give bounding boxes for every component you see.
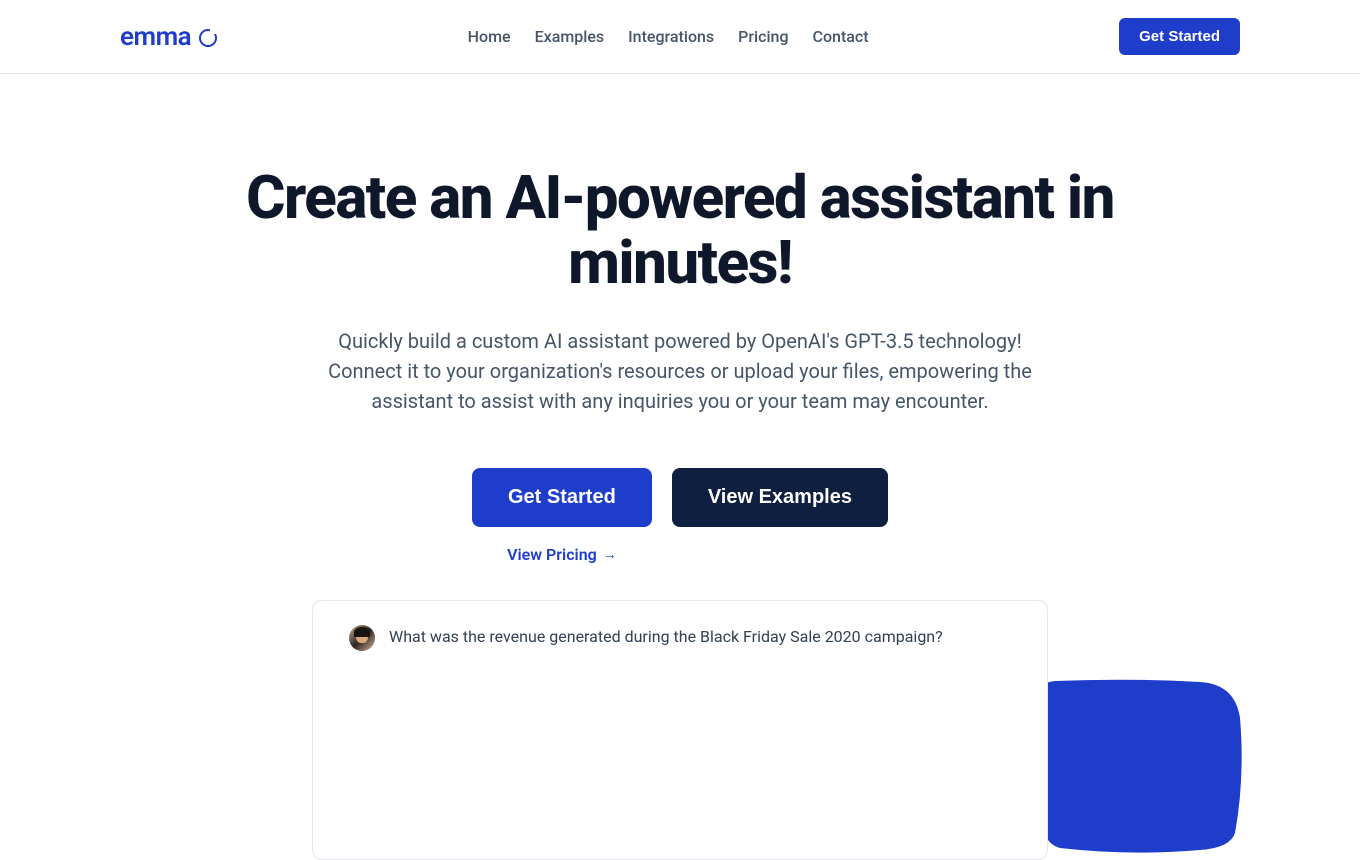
nav-pricing[interactable]: Pricing [738, 27, 788, 46]
header-get-started-button[interactable]: Get Started [1119, 18, 1240, 55]
main-nav: Home Examples Integrations Pricing Conta… [468, 27, 869, 46]
nav-integrations[interactable]: Integrations [628, 27, 714, 46]
site-header: emma Home Examples Integrations Pricing … [0, 0, 1360, 74]
logo[interactable]: emma [120, 22, 217, 52]
view-examples-button[interactable]: View Examples [672, 468, 888, 527]
get-started-button[interactable]: Get Started [472, 468, 652, 527]
hero-section: Create an AI-powered assistant in minute… [230, 74, 1130, 860]
user-avatar [349, 625, 375, 651]
view-pricing-link[interactable]: View Pricing → [507, 545, 617, 564]
cta-secondary-group: View Examples [672, 468, 888, 564]
nav-home[interactable]: Home [468, 27, 511, 46]
arrow-right-icon: → [603, 546, 617, 563]
chat-preview-card: What was the revenue generated during th… [312, 600, 1048, 860]
logo-circle-icon [199, 29, 217, 47]
chat-message-text: What was the revenue generated during th… [389, 625, 943, 649]
chat-message: What was the revenue generated during th… [349, 625, 1011, 651]
cta-primary-group: Get Started View Pricing → [472, 468, 652, 564]
view-pricing-label: View Pricing [507, 545, 597, 564]
logo-text: emma [120, 22, 191, 52]
nav-contact[interactable]: Contact [813, 27, 869, 46]
hero-subtitle: Quickly build a custom AI assistant powe… [300, 326, 1060, 416]
cta-row: Get Started View Pricing → View Examples [230, 468, 1130, 564]
nav-examples[interactable]: Examples [535, 27, 605, 46]
hero-title: Create an AI-powered assistant in minute… [230, 166, 1130, 296]
